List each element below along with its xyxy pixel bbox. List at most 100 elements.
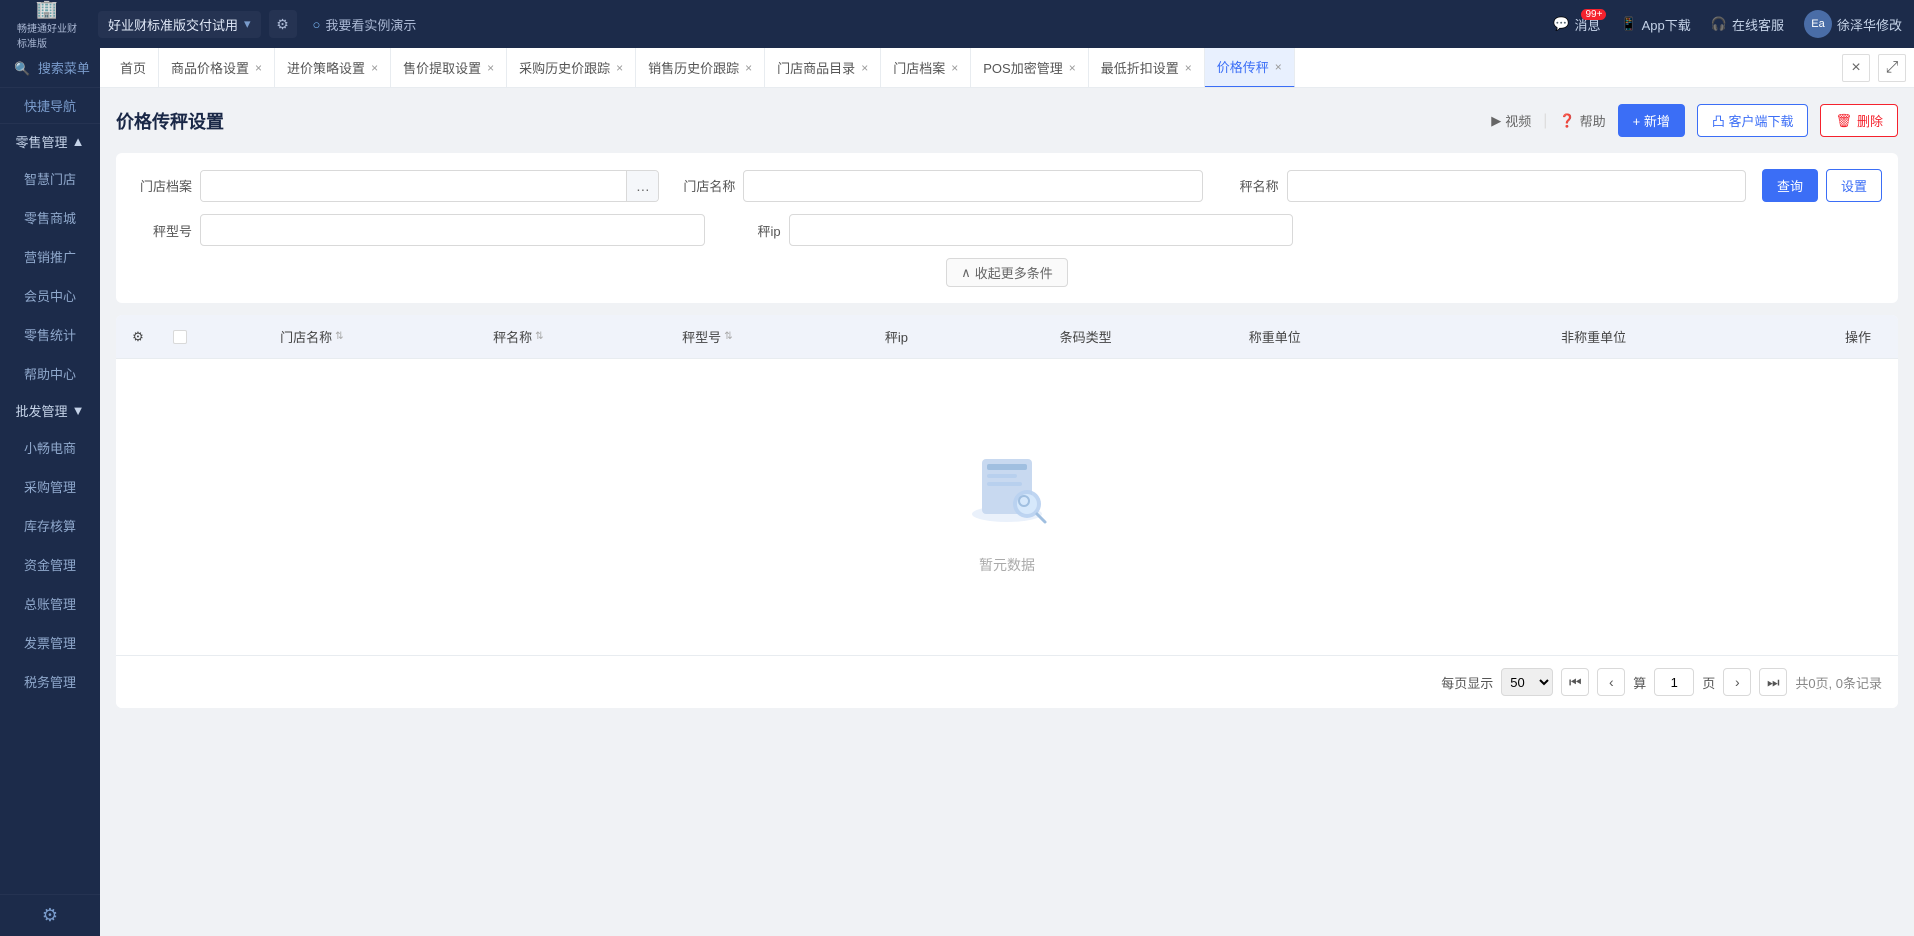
- collapse-row: ∧ 收起更多条件: [132, 258, 1882, 287]
- close-icon[interactable]: ×: [487, 61, 494, 75]
- close-tab-btn[interactable]: ×: [1842, 54, 1870, 82]
- main-layout: 🔍 搜索菜单 快捷导航 零售管理 ▲ 智慧门店 零售商城 营销推广 会员中心 零…: [0, 48, 1914, 936]
- sidebar-item-retail-group[interactable]: 零售管理 ▲: [0, 124, 100, 159]
- sidebar-item-smart-store[interactable]: 智慧门店: [0, 159, 100, 198]
- close-icon[interactable]: ×: [616, 61, 623, 75]
- app-download-btn[interactable]: 📱 App下载: [1620, 15, 1690, 34]
- video-link[interactable]: ▶ 视频: [1491, 111, 1531, 130]
- search-row-1: 门店档案 … 门店名称 秤名称: [132, 169, 1882, 202]
- close-icon[interactable]: ×: [1069, 61, 1076, 75]
- help-icon: ❓: [1559, 113, 1575, 129]
- search-panel: 门店档案 … 门店名称 秤名称: [116, 153, 1898, 303]
- page-number-input[interactable]: [1654, 668, 1694, 696]
- page-content: 价格传秤设置 ▶ 视频 | ❓ 帮助 + 新增 凸 客户端下载: [100, 88, 1914, 936]
- sort-icon[interactable]: ⇅: [724, 331, 732, 342]
- sidebar-search[interactable]: 🔍 搜索菜单: [0, 48, 100, 88]
- model-input[interactable]: [200, 214, 705, 246]
- tab-purchase-history[interactable]: 采购历史价跟踪 ×: [507, 48, 636, 88]
- store-name-input[interactable]: [743, 170, 1202, 202]
- tab-min-discount[interactable]: 最低折扣设置 ×: [1089, 48, 1205, 88]
- message-badge: 99+: [1581, 9, 1606, 20]
- th-unit: 称重单位: [1180, 327, 1369, 346]
- delete-button[interactable]: 🗑 删除: [1820, 104, 1898, 137]
- setting-button[interactable]: 设置: [1826, 169, 1882, 202]
- sidebar-item-finance[interactable]: 资金管理: [0, 545, 100, 584]
- sidebar-item-help[interactable]: 帮助中心: [0, 354, 100, 393]
- version-selector[interactable]: 好业财标准版交付试用 ▾: [98, 11, 261, 38]
- demo-icon: ○: [313, 17, 321, 32]
- tab-store-catalog[interactable]: 门店商品目录 ×: [765, 48, 881, 88]
- query-button[interactable]: 查询: [1762, 169, 1818, 202]
- close-icon[interactable]: ×: [861, 61, 868, 75]
- model-label: 秤型号: [132, 221, 192, 240]
- collapse-button[interactable]: ∧ 收起更多条件: [946, 258, 1068, 287]
- search-row-2: 秤型号 秤ip: [132, 214, 1882, 246]
- store-profile-input[interactable]: [201, 170, 626, 202]
- sidebar-item-ecom[interactable]: 小畅电商: [0, 428, 100, 467]
- sidebar-item-tax[interactable]: 税务管理: [0, 662, 100, 701]
- header-checkbox[interactable]: [173, 330, 187, 344]
- tab-product-price[interactable]: 商品价格设置 ×: [159, 48, 275, 88]
- tab-price-scale[interactable]: 价格传秤 ×: [1205, 48, 1295, 88]
- help-link[interactable]: ❓ 帮助: [1559, 111, 1605, 130]
- action-buttons: 查询 设置: [1762, 169, 1882, 202]
- next-page-btn[interactable]: ›: [1723, 668, 1751, 696]
- logo-icon: 🏢: [36, 0, 58, 20]
- sidebar-item-wholesale-group[interactable]: 批发管理 ▼: [0, 393, 100, 428]
- close-icon[interactable]: ×: [951, 61, 958, 75]
- close-icon[interactable]: ×: [1275, 60, 1282, 74]
- store-profile-field: 门店档案 …: [132, 170, 659, 202]
- sidebar-item-retail-stats[interactable]: 零售统计: [0, 315, 100, 354]
- sidebar-bottom-settings[interactable]: ⚙: [0, 894, 100, 936]
- client-download-button[interactable]: 凸 客户端下载: [1697, 104, 1809, 137]
- tab-sales-history[interactable]: 销售历史价跟踪 ×: [636, 48, 765, 88]
- demo-link[interactable]: ○ 我要看实例演示: [313, 15, 417, 34]
- th-store: 门店名称 ⇅: [200, 327, 424, 346]
- video-icon: ▶: [1491, 113, 1501, 129]
- sidebar-item-member[interactable]: 会员中心: [0, 276, 100, 315]
- page-label: 算: [1633, 673, 1646, 692]
- th-action: 操作: [1818, 327, 1898, 346]
- scale-ip-field: 秤ip: [721, 214, 1294, 246]
- store-profile-btn[interactable]: …: [626, 170, 658, 202]
- page-unit: 页: [1702, 673, 1715, 692]
- topbar-actions: 💬 消息 99+ 📱 App下载 🎧 在线客服 Ea 徐泽华修改: [1553, 10, 1902, 38]
- sidebar-item-ledger[interactable]: 总账管理: [0, 584, 100, 623]
- close-icon[interactable]: ×: [745, 61, 752, 75]
- expand-tab-btn[interactable]: ⤢: [1878, 54, 1906, 82]
- th-checkbox[interactable]: [160, 330, 200, 344]
- th-barcode: 条码类型: [991, 327, 1180, 346]
- sidebar-item-invoice[interactable]: 发票管理: [0, 623, 100, 662]
- tab-store-profile[interactable]: 门店档案 ×: [881, 48, 971, 88]
- online-service-btn[interactable]: 🎧 在线客服: [1711, 15, 1784, 34]
- close-icon[interactable]: ×: [371, 61, 378, 75]
- page-header: 价格传秤设置 ▶ 视频 | ❓ 帮助 + 新增 凸 客户端下载: [116, 104, 1898, 137]
- user-menu-btn[interactable]: Ea 徐泽华修改: [1804, 10, 1902, 38]
- sort-icon[interactable]: ⇅: [535, 331, 543, 342]
- add-button[interactable]: + 新增: [1618, 104, 1685, 137]
- per-page-select[interactable]: 50 20 100 200: [1501, 668, 1553, 696]
- close-icon[interactable]: ×: [255, 61, 262, 75]
- sidebar-item-marketing[interactable]: 营销推广: [0, 237, 100, 276]
- message-btn[interactable]: 💬 消息 99+: [1553, 15, 1600, 34]
- store-name-label: 门店名称: [675, 176, 735, 195]
- avatar: Ea: [1804, 10, 1832, 38]
- sidebar-item-inventory[interactable]: 库存核算: [0, 506, 100, 545]
- close-icon[interactable]: ×: [1185, 61, 1192, 75]
- scale-name-input[interactable]: [1287, 170, 1746, 202]
- sidebar-quick-nav[interactable]: 快捷导航: [0, 88, 100, 124]
- prev-page-btn[interactable]: ‹: [1597, 668, 1625, 696]
- tab-purchase-strategy[interactable]: 进价策略设置 ×: [275, 48, 391, 88]
- sidebar-item-purchase[interactable]: 采购管理: [0, 467, 100, 506]
- tab-pos-encrypt[interactable]: POS加密管理 ×: [971, 48, 1088, 88]
- scale-ip-input[interactable]: [789, 214, 1294, 246]
- th-settings[interactable]: ⚙: [116, 329, 160, 345]
- sidebar-item-retail-mall[interactable]: 零售商城: [0, 198, 100, 237]
- pagination-info: 共0页, 0条记录: [1795, 673, 1882, 692]
- tab-home[interactable]: 首页: [108, 48, 159, 88]
- first-page-btn[interactable]: ⏮: [1561, 668, 1589, 696]
- settings-icon[interactable]: ⚙: [269, 10, 297, 38]
- tab-price-extract[interactable]: 售价提取设置 ×: [391, 48, 507, 88]
- last-page-btn[interactable]: ⏭: [1759, 668, 1787, 696]
- sort-icon[interactable]: ⇅: [335, 331, 343, 342]
